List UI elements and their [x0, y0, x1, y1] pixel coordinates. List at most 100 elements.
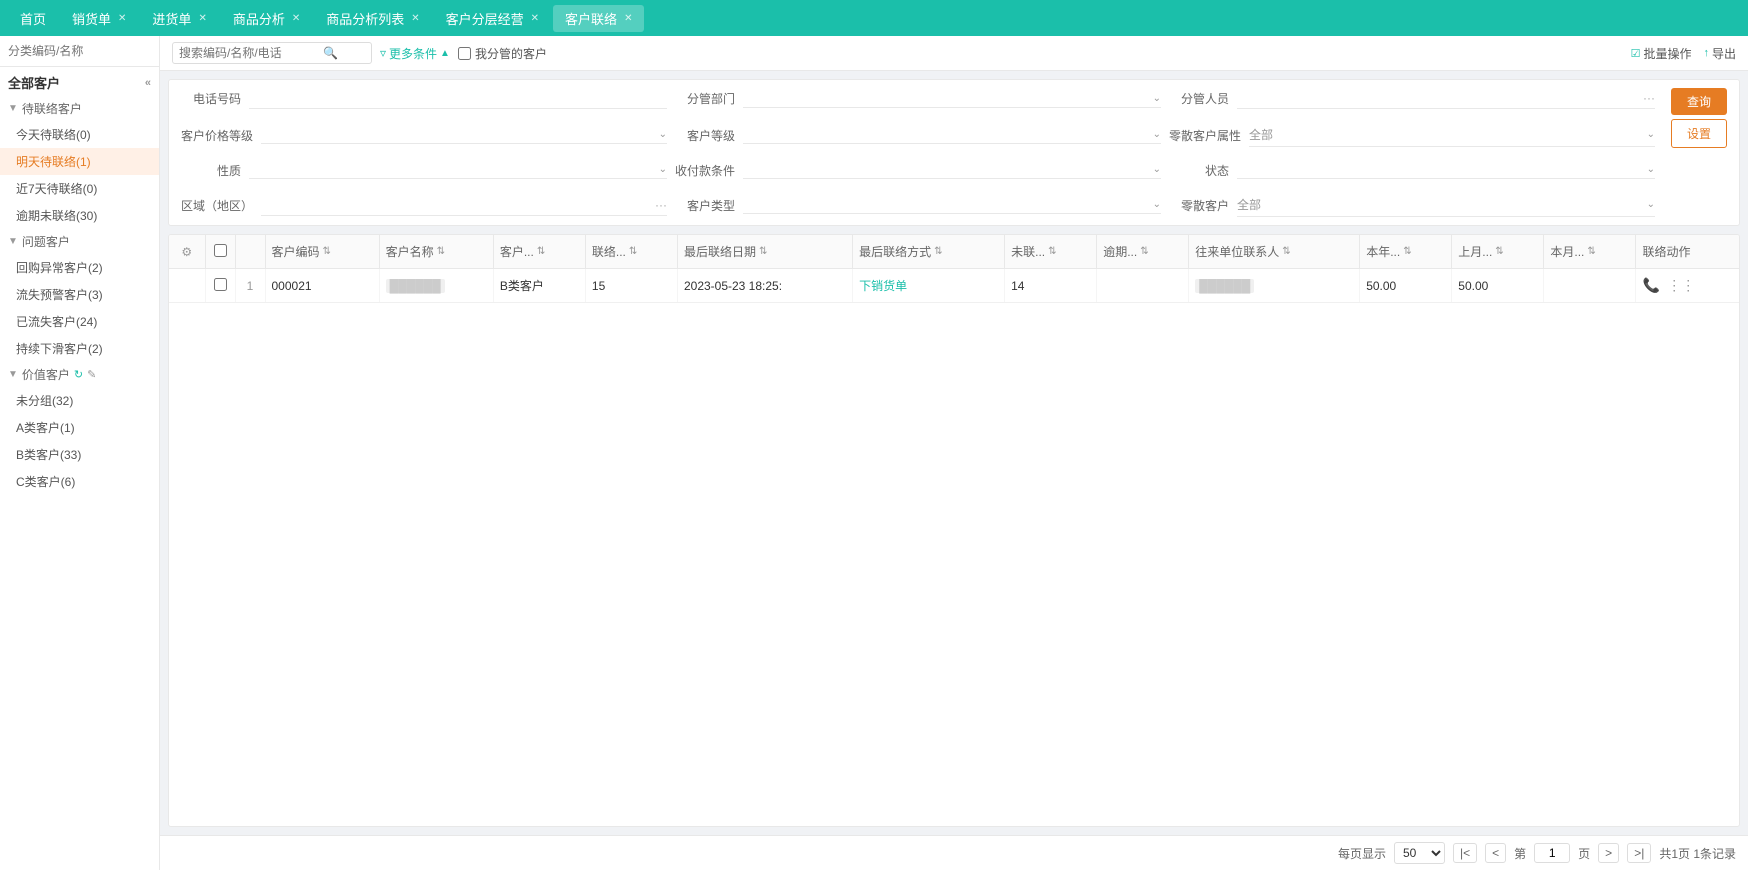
pagination: 每页显示 50 10 20 100 |< < 第 页 > >| 共1页 1条记录: [160, 835, 1748, 870]
filter-caret: ▲: [440, 48, 450, 59]
filter-manager-select[interactable]: ···: [1237, 88, 1655, 109]
export-btn[interactable]: ↑ 导出: [1703, 45, 1736, 62]
sort-icon-3[interactable]: ⇅: [537, 246, 545, 257]
nav-customer-contact[interactable]: 客户联络 ✕: [553, 5, 644, 32]
filter-nature-select[interactable]: ⌄: [249, 161, 667, 179]
last-contact-method-link[interactable]: 下销货单: [859, 279, 907, 293]
caret-icon-2: ⌄: [659, 129, 667, 140]
row-select-checkbox[interactable]: [214, 278, 227, 291]
next-page-btn[interactable]: >: [1598, 843, 1619, 863]
edit-icon[interactable]: ✎: [87, 368, 96, 381]
sort-icon-9[interactable]: ⇅: [1282, 246, 1290, 257]
sort-icon-6[interactable]: ⇅: [934, 246, 942, 257]
sort-icon-2[interactable]: ⇅: [437, 246, 445, 257]
sidebar-item-class-c[interactable]: C类客户(6): [0, 468, 159, 495]
filter-phone-input[interactable]: [249, 88, 667, 109]
sidebar-collapse-icon[interactable]: «: [145, 77, 151, 89]
filter-region-select[interactable]: ···: [261, 195, 667, 216]
sidebar-item-continuous-decline[interactable]: 持续下滑客户(2): [0, 335, 159, 362]
sidebar-item-lost-risk[interactable]: 流失预警客户(3): [0, 281, 159, 308]
sidebar-group-pending-contact[interactable]: ▼ 待联络客户: [0, 96, 159, 121]
sidebar-item-today-contact[interactable]: 今天待联络(0): [0, 121, 159, 148]
toolbar-search-icon[interactable]: 🔍: [323, 46, 338, 60]
sidebar-item-unclassified[interactable]: 未分组(32): [0, 387, 159, 414]
col-contact-action: 联络动作: [1636, 235, 1739, 269]
sidebar-item-week-contact[interactable]: 近7天待联络(0): [0, 175, 159, 202]
nav-goods-analysis[interactable]: 商品分析 ✕: [221, 5, 312, 32]
settings-button[interactable]: 设置: [1671, 119, 1727, 148]
col-customer-name: 客户名称 ⇅: [379, 235, 493, 269]
query-button[interactable]: 查询: [1671, 88, 1727, 115]
nav-close-goods-analysis[interactable]: ✕: [292, 13, 300, 24]
my-customer-checkbox[interactable]: 我分管的客户: [458, 45, 547, 62]
nav-sales[interactable]: 销货单 ✕: [60, 5, 138, 32]
nav-home[interactable]: 首页: [8, 5, 58, 32]
select-all-checkbox[interactable]: [214, 244, 227, 257]
contact-phone-icon[interactable]: 📞: [1642, 277, 1659, 293]
filter-region: 区域（地区） ···: [181, 195, 667, 216]
row-contact-action: 📞 ⋮⋮: [1636, 269, 1739, 303]
sidebar-item-class-a[interactable]: A类客户(1): [0, 414, 159, 441]
nav-close-customer-contact[interactable]: ✕: [624, 13, 632, 24]
sidebar-group-value-customers[interactable]: ▼ 价值客户 ↻ ✎: [0, 362, 159, 387]
sort-icon-12[interactable]: ⇅: [1587, 246, 1595, 257]
nav-close-customer-tier[interactable]: ✕: [531, 13, 539, 24]
sidebar-item-class-b[interactable]: B类客户(33): [0, 441, 159, 468]
page-input[interactable]: [1534, 843, 1570, 863]
sidebar-item-tomorrow-contact[interactable]: 明天待联络(1): [0, 148, 159, 175]
filter-payment-select[interactable]: ⌄: [743, 161, 1161, 179]
nav-close-purchase[interactable]: ✕: [198, 13, 206, 24]
page-size-select[interactable]: 50 10 20 100: [1394, 842, 1445, 864]
sidebar-item-already-lost[interactable]: 已流失客户(24): [0, 308, 159, 335]
filter-more-btn[interactable]: ▿ 更多条件 ▲: [380, 45, 450, 62]
toolbar-search-input[interactable]: [179, 46, 319, 60]
sort-icon-5[interactable]: ⇅: [759, 246, 767, 257]
nav-goods-analysis-list[interactable]: 商品分析列表 ✕: [314, 5, 431, 32]
nav-customer-tier[interactable]: 客户分层经营 ✕: [434, 5, 551, 32]
sort-icon-7[interactable]: ⇅: [1048, 246, 1056, 257]
first-page-btn[interactable]: |<: [1453, 843, 1477, 863]
nav-close-sales[interactable]: ✕: [118, 13, 126, 24]
filter-retail-customer: 零散客户 全部 ⌄: [1169, 193, 1655, 217]
filter-customer-level-select[interactable]: ⌄: [743, 126, 1161, 144]
last-page-btn[interactable]: >|: [1627, 843, 1651, 863]
sort-icon-8[interactable]: ⇅: [1140, 246, 1148, 257]
col-last-contact-method: 最后联络方式 ⇅: [853, 235, 1005, 269]
filter-dept-label: 分管部门: [675, 90, 735, 107]
sidebar-item-overdue-contact[interactable]: 逾期未联络(30): [0, 202, 159, 229]
filter-status-select[interactable]: ⌄: [1237, 161, 1655, 179]
my-customer-check[interactable]: [458, 47, 471, 60]
nav-purchase[interactable]: 进货单 ✕: [140, 5, 218, 32]
sidebar-all-customers[interactable]: 全部客户 «: [0, 67, 159, 96]
row-overdue: [1097, 269, 1189, 303]
refresh-icon[interactable]: ↻: [74, 368, 83, 381]
customer-table: ⚙ 客户编码 ⇅: [169, 235, 1739, 303]
filter-retail-attr-select[interactable]: 全部 ⌄: [1249, 123, 1655, 147]
sort-icon-10[interactable]: ⇅: [1403, 246, 1411, 257]
table-gear-icon[interactable]: ⚙: [181, 245, 192, 259]
filter-dots-icon[interactable]: ···: [1643, 91, 1655, 105]
contact-more-icon[interactable]: ⋮⋮: [1667, 277, 1695, 293]
filter-dept-select[interactable]: ⌄: [743, 90, 1161, 108]
filter-customer-type-select[interactable]: ⌄: [743, 196, 1161, 214]
sort-icon-11[interactable]: ⇅: [1495, 246, 1503, 257]
arrow-icon-3: ▼: [8, 369, 18, 380]
filter-nature: 性质 ⌄: [181, 161, 667, 179]
row-this-month: [1544, 269, 1636, 303]
prev-page-btn[interactable]: <: [1485, 843, 1506, 863]
col-this-year: 本年... ⇅: [1360, 235, 1452, 269]
filter-manager: 分管人员 ···: [1169, 88, 1655, 109]
sort-icon-4[interactable]: ⇅: [629, 246, 637, 257]
row-settings: [169, 269, 205, 303]
sidebar-group-problem-customers[interactable]: ▼ 问题客户: [0, 229, 159, 254]
sidebar-search-input[interactable]: [8, 44, 160, 58]
batch-operation-btn[interactable]: ☑ 批量操作: [1631, 45, 1692, 62]
filter-retail-customer-select[interactable]: 全部 ⌄: [1237, 193, 1655, 217]
sidebar-item-repurchase-abnormal[interactable]: 回购异常客户(2): [0, 254, 159, 281]
nav-close-goods-analysis-list[interactable]: ✕: [411, 13, 419, 24]
filter-region-dots[interactable]: ···: [655, 198, 667, 212]
sort-icon[interactable]: ⇅: [323, 246, 331, 257]
filter-price-level-select[interactable]: ⌄: [261, 126, 667, 144]
customer-table-container: ⚙ 客户编码 ⇅: [168, 234, 1740, 827]
filter-dept: 分管部门 ⌄: [675, 90, 1161, 108]
